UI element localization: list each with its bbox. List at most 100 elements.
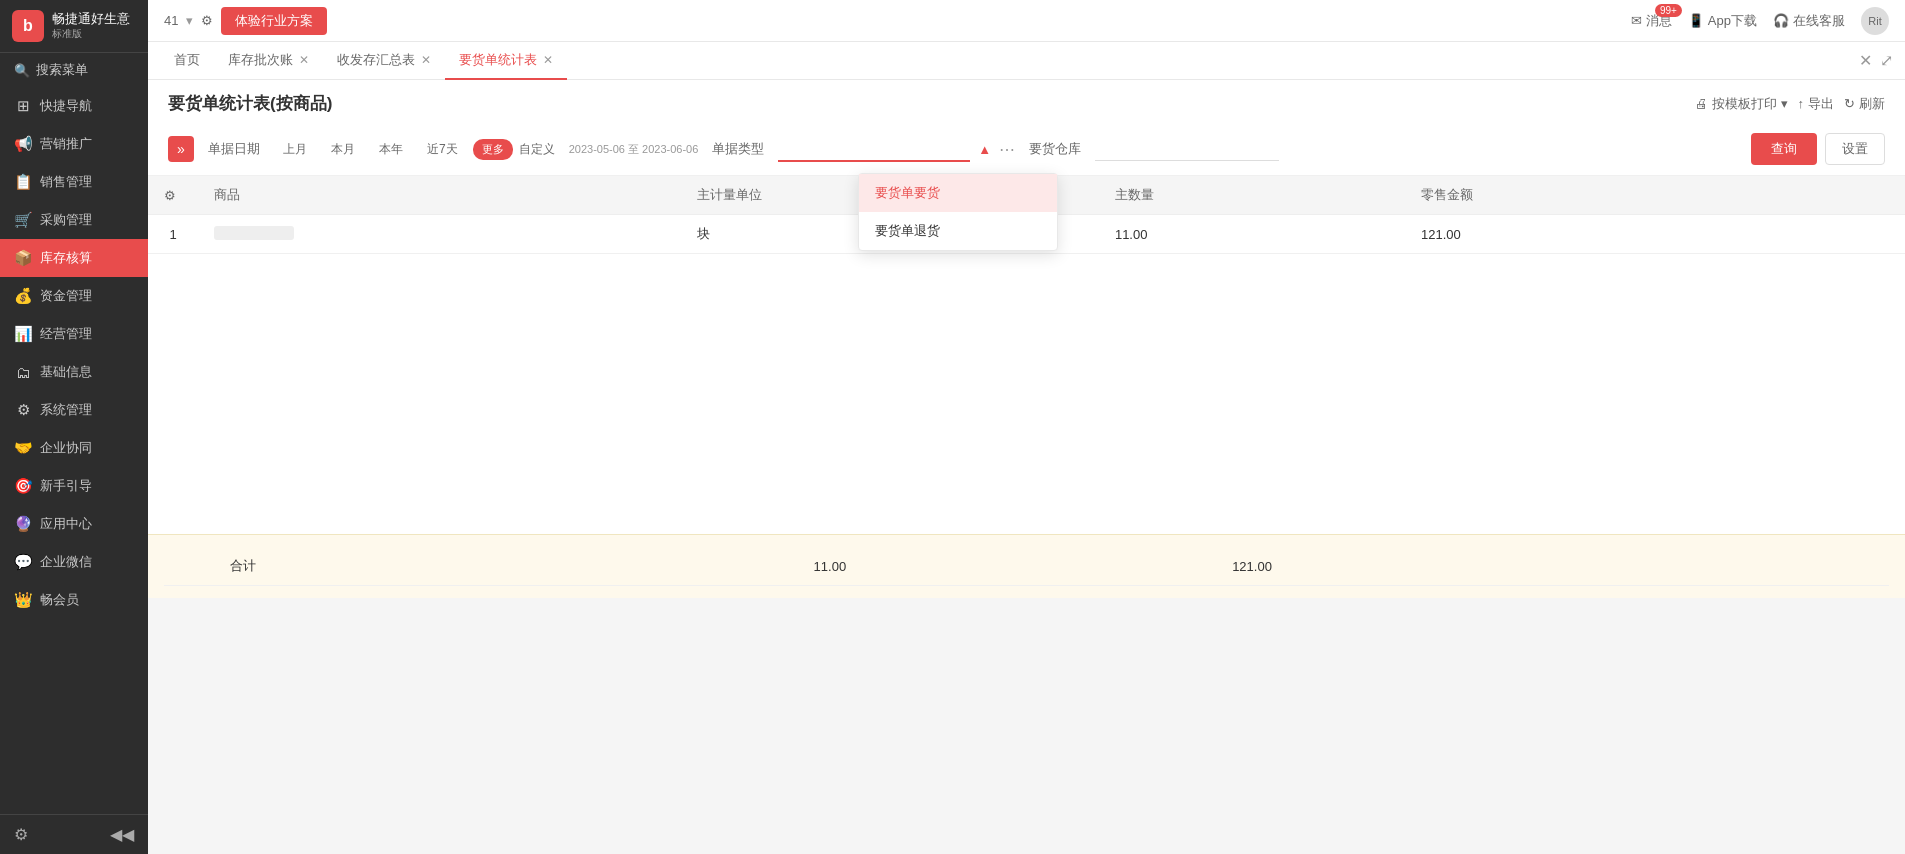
date-btn-current[interactable]: 本月 bbox=[322, 137, 364, 162]
sidebar-item-base-info[interactable]: 🗂 基础信息 bbox=[0, 353, 148, 391]
print-icon: 🖨 bbox=[1695, 96, 1708, 111]
topbar-settings-icon[interactable]: ⚙ bbox=[201, 13, 213, 28]
enterprise-icon: 🤝 bbox=[14, 439, 32, 457]
tabs-close-all-icon[interactable]: ✕ bbox=[1859, 51, 1872, 70]
tab-receipt-summary[interactable]: 收发存汇总表 ✕ bbox=[323, 42, 445, 80]
search-icon: 🔍 bbox=[14, 63, 30, 78]
sidebar-item-member[interactable]: 👑 畅会员 bbox=[0, 581, 148, 619]
tab-batch-account-label: 库存批次账 bbox=[228, 51, 293, 69]
message-icon: ✉ bbox=[1631, 13, 1642, 28]
dropdown-item-purchase-order[interactable]: 要货单要货 bbox=[859, 174, 1057, 212]
date-btn-more[interactable]: 更多 bbox=[473, 139, 513, 160]
guide-icon: 🎯 bbox=[14, 477, 32, 495]
search-menu[interactable]: 🔍 搜索菜单 bbox=[0, 53, 148, 87]
tab-order-stats-close[interactable]: ✕ bbox=[543, 53, 553, 67]
sidebar-item-guide[interactable]: 🎯 新手引导 bbox=[0, 467, 148, 505]
tab-batch-account-close[interactable]: ✕ bbox=[299, 53, 309, 67]
type-group: ▲ ⋯ bbox=[778, 137, 1015, 162]
col-qty: 主数量 bbox=[1099, 176, 1405, 215]
sidebar-item-label: 库存核算 bbox=[40, 249, 92, 267]
base-info-icon: 🗂 bbox=[14, 364, 32, 381]
sidebar-item-system[interactable]: ⚙ 系统管理 bbox=[0, 391, 148, 429]
sidebar-item-finance[interactable]: 💰 资金管理 bbox=[0, 277, 148, 315]
footer-amount: 121.00 bbox=[1216, 547, 1681, 586]
expand-icon: » bbox=[177, 141, 185, 157]
sidebar-item-label: 新手引导 bbox=[40, 477, 92, 495]
tab-batch-account[interactable]: 库存批次账 ✕ bbox=[214, 42, 323, 80]
user-avatar[interactable]: Rit bbox=[1861, 7, 1889, 35]
filter-bar: » 单据日期 上月 本月 本年 近7天 更多 自定义 2023-05-06 至 … bbox=[148, 123, 1905, 176]
date-btn-recent7[interactable]: 近7天 bbox=[418, 137, 467, 162]
footer-label: 合计 bbox=[214, 547, 590, 586]
quick-nav-icon: ⊞ bbox=[14, 97, 32, 115]
sidebar-item-app-center[interactable]: 🔮 应用中心 bbox=[0, 505, 148, 543]
sidebar-item-label: 基础信息 bbox=[40, 363, 92, 381]
purchase-icon: 🛒 bbox=[14, 211, 32, 229]
message-badge: 99+ bbox=[1655, 4, 1682, 17]
main-area: 41 ▾ ⚙ 体验行业方案 ✉ 消息 99+ 📱 App下载 🎧 在线客服 Ri… bbox=[148, 0, 1905, 854]
tabs-expand-icon[interactable]: ⤢ bbox=[1880, 51, 1893, 70]
sidebar-item-enterprise-wx[interactable]: 💬 企业微信 bbox=[0, 543, 148, 581]
date-range: 2023-05-06 至 2023-06-06 bbox=[569, 143, 699, 155]
sidebar-item-label: 系统管理 bbox=[40, 401, 92, 419]
warehouse-input[interactable] bbox=[1095, 137, 1279, 161]
sidebar-item-purchase[interactable]: 🛒 采购管理 bbox=[0, 201, 148, 239]
type-input[interactable] bbox=[782, 137, 966, 160]
sidebar-item-label: 营销推广 bbox=[40, 135, 92, 153]
filter-expand-btn[interactable]: » bbox=[168, 136, 194, 162]
tab-order-stats-label: 要货单统计表 bbox=[459, 51, 537, 69]
store-number: 41 bbox=[164, 13, 178, 28]
filter-actions: 查询 设置 bbox=[1751, 133, 1885, 165]
sidebar-item-label: 企业微信 bbox=[40, 553, 92, 571]
settings-footer-icon[interactable]: ⚙ bbox=[14, 825, 28, 844]
collapse-icon[interactable]: ◀◀ bbox=[110, 825, 134, 844]
type-dropdown-arrow[interactable]: ▲ bbox=[978, 142, 991, 157]
type-more-icon[interactable]: ⋯ bbox=[999, 140, 1015, 159]
member-icon: 👑 bbox=[14, 591, 32, 609]
sidebar-item-marketing[interactable]: 📢 营销推广 bbox=[0, 125, 148, 163]
sidebar-item-label: 应用中心 bbox=[40, 515, 92, 533]
sidebar-item-operations[interactable]: 📊 经营管理 bbox=[0, 315, 148, 353]
sidebar-item-label: 采购管理 bbox=[40, 211, 92, 229]
sidebar-footer: ⚙ ◀◀ bbox=[0, 814, 148, 854]
export-btn[interactable]: ↑ 导出 bbox=[1798, 95, 1835, 113]
inventory-icon: 📦 bbox=[14, 249, 32, 267]
sidebar-item-inventory[interactable]: 📦 库存核算 bbox=[0, 239, 148, 277]
refresh-btn[interactable]: ↻ 刷新 bbox=[1844, 95, 1885, 113]
date-btn-up[interactable]: 上月 bbox=[274, 137, 316, 162]
tab-home[interactable]: 首页 bbox=[160, 42, 214, 80]
tab-receipt-summary-close[interactable]: ✕ bbox=[421, 53, 431, 67]
online-service-btn[interactable]: 🎧 在线客服 bbox=[1773, 12, 1845, 30]
tab-order-stats[interactable]: 要货单统计表 ✕ bbox=[445, 42, 567, 80]
warehouse-label: 要货仓库 bbox=[1029, 140, 1081, 158]
sales-icon: 📋 bbox=[14, 173, 32, 191]
message-btn[interactable]: ✉ 消息 99+ bbox=[1631, 12, 1672, 30]
col-extra bbox=[1767, 176, 1905, 215]
sidebar-nav: ⊞ 快捷导航 📢 营销推广 📋 销售管理 🛒 采购管理 📦 库存核算 💰 资金管… bbox=[0, 87, 148, 814]
sidebar-item-quick-nav[interactable]: ⊞ 快捷导航 bbox=[0, 87, 148, 125]
dropdown-item-purchase-return[interactable]: 要货单退货 bbox=[859, 212, 1057, 250]
print-template-btn[interactable]: 🖨 按模板打印 ▾ bbox=[1695, 95, 1788, 113]
cell-product bbox=[198, 215, 681, 254]
table-settings-icon[interactable]: ⚙ bbox=[164, 188, 176, 203]
tab-receipt-summary-label: 收发存汇总表 bbox=[337, 51, 415, 69]
trial-btn[interactable]: 体验行业方案 bbox=[221, 7, 327, 35]
footer-qty: 11.00 bbox=[798, 547, 1217, 586]
col-amount: 零售金额 bbox=[1405, 176, 1767, 215]
online-service-icon: 🎧 bbox=[1773, 13, 1789, 28]
settings-btn[interactable]: 设置 bbox=[1825, 133, 1885, 165]
tab-home-label: 首页 bbox=[174, 51, 200, 69]
sidebar: b 畅捷通好生意 标准版 🔍 搜索菜单 ⊞ 快捷导航 📢 营销推广 📋 销售管理… bbox=[0, 0, 148, 854]
page-title: 要货单统计表(按商品) bbox=[168, 92, 332, 115]
app-download-icon: 📱 bbox=[1688, 13, 1704, 28]
online-service-label: 在线客服 bbox=[1793, 12, 1845, 30]
store-dropdown-arrow[interactable]: ▾ bbox=[186, 13, 193, 28]
sidebar-item-sales[interactable]: 📋 销售管理 bbox=[0, 163, 148, 201]
print-expand-icon[interactable]: ▾ bbox=[1781, 96, 1788, 111]
date-btn-custom[interactable]: 自定义 bbox=[519, 141, 555, 158]
app-download-btn[interactable]: 📱 App下载 bbox=[1688, 12, 1757, 30]
query-btn[interactable]: 查询 bbox=[1751, 133, 1817, 165]
sidebar-item-enterprise[interactable]: 🤝 企业协同 bbox=[0, 429, 148, 467]
app-download-label: App下载 bbox=[1708, 12, 1757, 30]
date-btn-year[interactable]: 本年 bbox=[370, 137, 412, 162]
